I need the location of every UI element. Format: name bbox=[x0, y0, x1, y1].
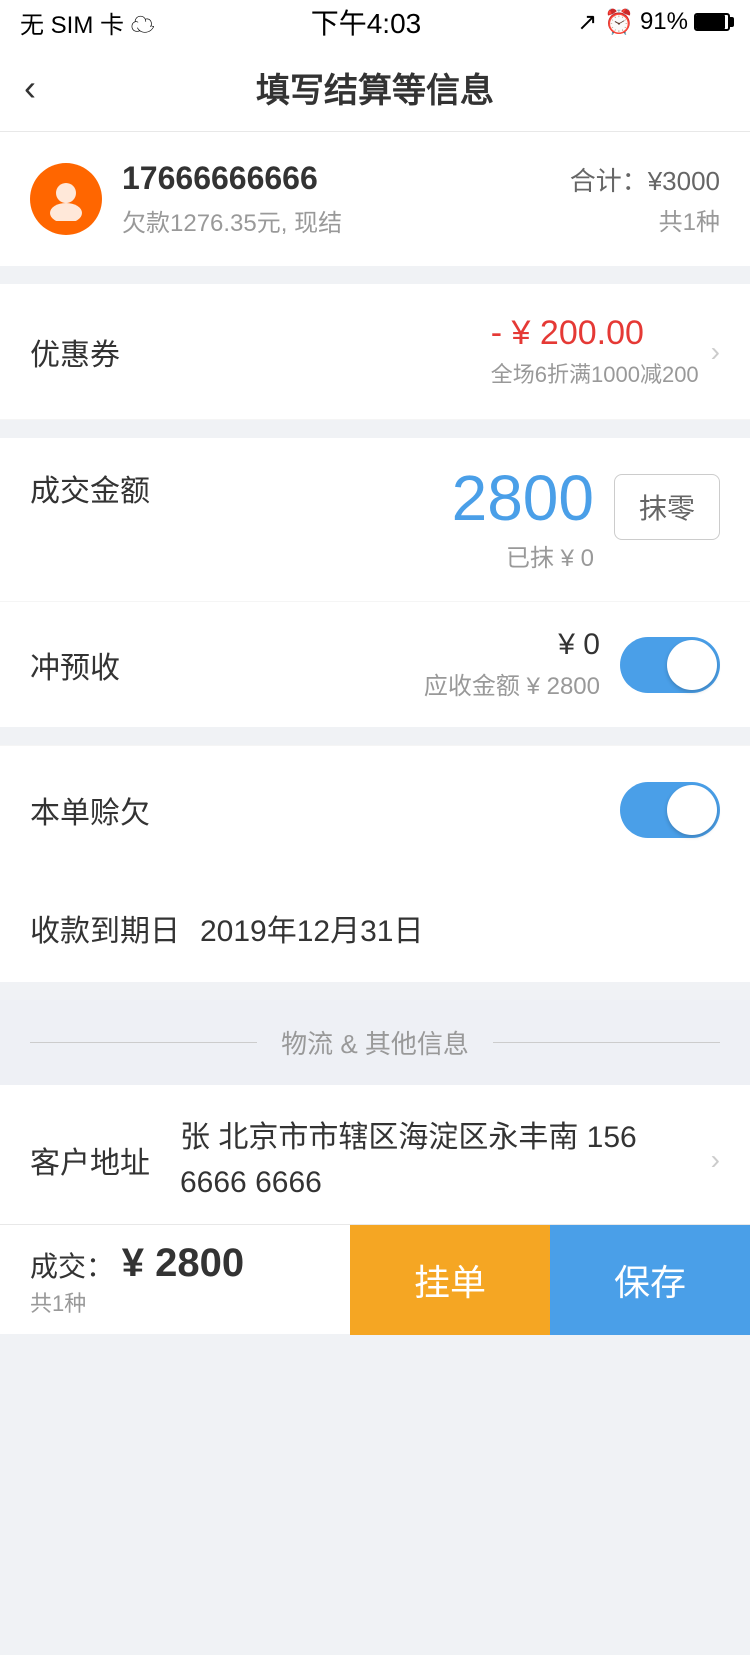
coupon-discount: - ¥ 200.00 bbox=[491, 314, 699, 353]
status-bar: 无 SIM 卡 ☁ 下午4:03 ↗ ⏰ 91% bbox=[0, 0, 750, 44]
address-label: 客户地址 bbox=[30, 1138, 150, 1182]
logistics-line-left bbox=[30, 1042, 257, 1043]
duedate-label: 收款到期日 bbox=[30, 906, 180, 950]
credit-toggle-knob bbox=[667, 785, 717, 835]
battery-bar bbox=[694, 13, 730, 31]
save-button[interactable]: 保存 bbox=[550, 1225, 750, 1335]
deal-amount-row: 成交金额 2800 已抹 ¥ 0 抹零 bbox=[0, 438, 750, 602]
battery-level: 91% bbox=[640, 8, 688, 36]
deal-amount-col: 2800 已抹 ¥ 0 bbox=[452, 466, 594, 573]
logistics-line-right bbox=[493, 1042, 720, 1043]
address-value: 张 北京市市辖区海淀区永丰南 156 6666 6666 bbox=[180, 1115, 711, 1205]
credit-label: 本单赊欠 bbox=[30, 788, 150, 832]
customer-phone: 17666666666 bbox=[122, 160, 342, 197]
sim-status: 无 SIM 卡 ☁ bbox=[20, 5, 155, 40]
hang-button[interactable]: 挂单 bbox=[350, 1225, 550, 1335]
avatar bbox=[30, 163, 102, 235]
coupon-label: 优惠券 bbox=[30, 330, 120, 374]
section-divider-2 bbox=[0, 727, 750, 745]
deal-amount-sub: 已抹 ¥ 0 bbox=[452, 538, 594, 573]
duedate-value: 2019年12月31日 bbox=[200, 906, 423, 950]
deal-right: 2800 已抹 ¥ 0 抹零 bbox=[452, 466, 720, 573]
status-left: 无 SIM 卡 ☁ bbox=[20, 5, 155, 40]
avatar-svg bbox=[44, 177, 88, 221]
bottom-amount: ¥ 2800 bbox=[122, 1241, 244, 1285]
fuzero-button[interactable]: 抹零 bbox=[614, 474, 720, 540]
coupon-values: - ¥ 200.00 全场6折满1000减200 bbox=[491, 314, 699, 389]
customer-card: 17666666666 欠款1276.35元, 现结 合计：¥3000 共1种 bbox=[0, 132, 750, 266]
prepaid-toggle[interactable] bbox=[620, 637, 720, 693]
deal-amount-label: 成交金额 bbox=[30, 466, 150, 510]
address-row[interactable]: 客户地址 张 北京市市辖区海淀区永丰南 156 6666 6666 › bbox=[0, 1085, 750, 1235]
prepaid-total: 应收金额 ¥ 2800 bbox=[424, 666, 600, 701]
status-time: 下午4:03 bbox=[311, 2, 422, 42]
bottom-summary: 成交： ¥ 2800 共1种 bbox=[0, 1241, 350, 1318]
battery-icon: ↗ ⏰ bbox=[577, 8, 634, 37]
back-button[interactable]: ‹ bbox=[24, 67, 36, 109]
bottom-count: 共1种 bbox=[30, 1286, 320, 1318]
logistics-divider: 物流 & 其他信息 bbox=[0, 1000, 750, 1085]
customer-info: 17666666666 欠款1276.35元, 现结 bbox=[122, 160, 342, 238]
nav-bar: ‹ 填写结算等信息 bbox=[0, 44, 750, 132]
prepaid-right: ¥ 0 应收金额 ¥ 2800 bbox=[424, 628, 720, 701]
bottom-bar: 成交： ¥ 2800 共1种 挂单 保存 bbox=[0, 1224, 750, 1334]
coupon-row[interactable]: 优惠券 - ¥ 200.00 全场6折满1000减200 › bbox=[0, 284, 750, 420]
prepaid-row: 冲预收 ¥ 0 应收金额 ¥ 2800 bbox=[0, 602, 750, 727]
logistics-text: 物流 & 其他信息 bbox=[281, 1024, 469, 1061]
status-right: ↗ ⏰ 91% bbox=[577, 8, 730, 37]
bottom-deal-label: 成交： bbox=[30, 1251, 114, 1282]
customer-left: 17666666666 欠款1276.35元, 现结 bbox=[30, 160, 342, 238]
address-chevron-icon: › bbox=[711, 1144, 720, 1176]
total-label: 合计：¥3000 bbox=[570, 161, 720, 198]
section-divider-1 bbox=[0, 420, 750, 438]
coupon-desc: 全场6折满1000减200 bbox=[491, 357, 699, 389]
section-divider-3 bbox=[0, 982, 750, 1000]
coupon-chevron-icon: › bbox=[711, 336, 720, 368]
customer-debt: 欠款1276.35元, 现结 bbox=[122, 203, 342, 238]
prepaid-values: ¥ 0 应收金额 ¥ 2800 bbox=[424, 628, 600, 701]
duedate-row: 收款到期日 2019年12月31日 bbox=[0, 874, 750, 982]
deal-amount-number: 2800 bbox=[452, 466, 594, 530]
page-title: 填写结算等信息 bbox=[256, 63, 494, 112]
credit-row: 本单赊欠 bbox=[0, 745, 750, 874]
customer-totals: 合计：¥3000 共1种 bbox=[570, 161, 720, 237]
total-count: 共1种 bbox=[570, 202, 720, 237]
content: 17666666666 欠款1276.35元, 现结 合计：¥3000 共1种 … bbox=[0, 132, 750, 1655]
credit-toggle[interactable] bbox=[620, 782, 720, 838]
coupon-right: - ¥ 200.00 全场6折满1000减200 › bbox=[491, 314, 720, 389]
toggle-knob bbox=[667, 640, 717, 690]
bottom-deal-line: 成交： ¥ 2800 bbox=[30, 1241, 320, 1286]
prepaid-label: 冲预收 bbox=[30, 643, 120, 687]
prepaid-amount: ¥ 0 bbox=[424, 628, 600, 662]
